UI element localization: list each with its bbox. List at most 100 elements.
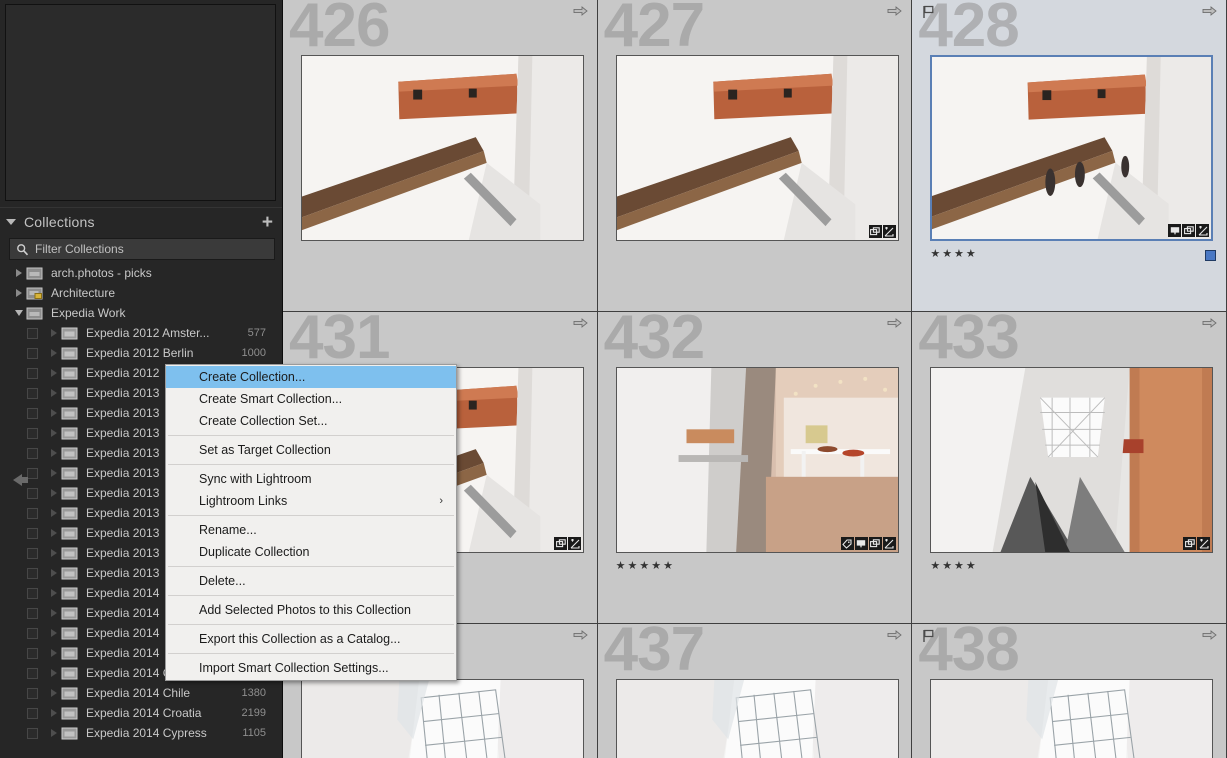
- collection-item[interactable]: Expedia 2012 Berlin 1000: [0, 343, 282, 363]
- crop-icon[interactable]: [1183, 537, 1197, 550]
- keyword-icon[interactable]: [854, 537, 868, 550]
- rotate-right-icon[interactable]: [1201, 629, 1217, 647]
- collection-item[interactable]: Expedia 2014 Chile 1380: [0, 683, 282, 703]
- thumbnail[interactable]: [615, 679, 899, 758]
- chevron-right-icon[interactable]: [12, 289, 26, 297]
- collection-checkbox[interactable]: [27, 507, 38, 519]
- rotate-right-icon[interactable]: [886, 5, 903, 23]
- thumbnail[interactable]: [615, 367, 899, 553]
- grid-cell[interactable]: 428 ★★★★: [912, 0, 1227, 312]
- chevron-right-icon[interactable]: [47, 489, 61, 497]
- collection-checkbox[interactable]: [27, 627, 38, 639]
- chevron-right-icon[interactable]: [47, 629, 61, 637]
- plus-icon[interactable]: +: [262, 213, 273, 232]
- develop-icon[interactable]: [1196, 224, 1210, 237]
- grid-cell[interactable]: 433 ★★★★: [912, 312, 1227, 624]
- chevron-right-icon[interactable]: [47, 549, 61, 557]
- menu-item[interactable]: Set as Target Collection: [166, 439, 456, 461]
- chevron-right-icon[interactable]: [47, 669, 61, 677]
- thumbnail[interactable]: [615, 55, 899, 241]
- label-icon[interactable]: [840, 537, 854, 550]
- chevron-right-icon[interactable]: [47, 349, 61, 357]
- chevron-right-icon[interactable]: [47, 589, 61, 597]
- rotate-right-icon[interactable]: [886, 629, 903, 647]
- menu-item[interactable]: Add Selected Photos to this Collection: [166, 599, 456, 621]
- rotate-right-icon[interactable]: [572, 317, 588, 335]
- panel-collapse-arrow-icon[interactable]: [8, 472, 30, 488]
- rotate-right-icon[interactable]: [886, 317, 903, 335]
- chevron-right-icon[interactable]: [12, 269, 26, 277]
- crop-icon[interactable]: [868, 537, 882, 550]
- grid-cell[interactable]: 437: [597, 624, 913, 758]
- collection-item-architecture[interactable]: Architecture: [0, 283, 282, 303]
- chevron-right-icon[interactable]: [47, 569, 61, 577]
- star-rating[interactable]: ★★★★: [930, 247, 977, 260]
- thumbnail[interactable]: [301, 55, 584, 241]
- grid-cell[interactable]: 438: [912, 624, 1227, 758]
- chevron-right-icon[interactable]: [47, 469, 61, 477]
- collection-checkbox[interactable]: [27, 607, 38, 619]
- grid-cell[interactable]: 427: [597, 0, 913, 312]
- chevron-right-icon[interactable]: [47, 369, 61, 377]
- develop-icon[interactable]: [568, 537, 581, 550]
- menu-item[interactable]: Export this Collection as a Catalog...: [166, 628, 456, 650]
- collection-checkbox[interactable]: [27, 707, 38, 719]
- thumbnail[interactable]: [930, 367, 1214, 553]
- chevron-right-icon[interactable]: [47, 689, 61, 697]
- collection-checkbox[interactable]: [27, 387, 38, 399]
- star-rating[interactable]: ★★★★: [930, 559, 977, 572]
- chevron-right-icon[interactable]: [47, 409, 61, 417]
- collection-item[interactable]: Expedia 2014 Cypress 1105: [0, 723, 282, 743]
- crop-icon[interactable]: [868, 225, 882, 238]
- crop-icon[interactable]: [1182, 224, 1196, 237]
- menu-item[interactable]: Lightroom Links ›: [166, 490, 456, 512]
- collection-checkbox[interactable]: [27, 567, 38, 579]
- chevron-right-icon[interactable]: [47, 429, 61, 437]
- collection-item[interactable]: Expedia 2012 Amster... 577: [0, 323, 282, 343]
- star-rating[interactable]: ★★★★★: [616, 559, 675, 572]
- collections-panel-header[interactable]: Collections +: [0, 207, 282, 235]
- collection-checkbox[interactable]: [27, 367, 38, 379]
- collection-checkbox[interactable]: [27, 647, 38, 659]
- menu-item[interactable]: Rename...: [166, 519, 456, 541]
- rotate-right-icon[interactable]: [572, 629, 588, 647]
- chevron-right-icon[interactable]: [47, 449, 61, 457]
- thumbnail[interactable]: [301, 679, 584, 758]
- collections-context-menu[interactable]: Create Collection... Create Smart Collect…: [165, 364, 457, 681]
- collection-checkbox[interactable]: [27, 327, 38, 339]
- collection-item-expedia-work[interactable]: Expedia Work: [0, 303, 282, 323]
- collection-checkbox[interactable]: [27, 727, 38, 739]
- crop-icon[interactable]: [554, 537, 567, 550]
- collection-item[interactable]: Expedia 2014 Croatia 2199: [0, 703, 282, 723]
- keyword-icon[interactable]: [1168, 224, 1182, 237]
- grid-cell[interactable]: 432 ★★★★★: [597, 312, 913, 624]
- triangle-down-icon[interactable]: [6, 218, 16, 225]
- chevron-right-icon[interactable]: [47, 329, 61, 337]
- collection-checkbox[interactable]: [27, 687, 38, 699]
- navigator-preview[interactable]: [5, 4, 276, 201]
- collection-checkbox[interactable]: [27, 347, 38, 359]
- menu-item[interactable]: Create Collection...: [166, 366, 456, 388]
- menu-item[interactable]: Create Collection Set...: [166, 410, 456, 432]
- collection-checkbox[interactable]: [27, 487, 38, 499]
- chevron-right-icon[interactable]: [47, 509, 61, 517]
- collection-checkbox[interactable]: [27, 527, 38, 539]
- chevron-right-icon[interactable]: [47, 609, 61, 617]
- chevron-right-icon[interactable]: [47, 529, 61, 537]
- develop-icon[interactable]: [882, 225, 896, 238]
- collection-checkbox[interactable]: [27, 547, 38, 559]
- filter-collections-input[interactable]: Filter Collections: [9, 238, 275, 260]
- chevron-right-icon[interactable]: [47, 389, 61, 397]
- menu-item[interactable]: Create Smart Collection...: [166, 388, 456, 410]
- rotate-right-icon[interactable]: [1201, 317, 1217, 335]
- flag-icon[interactable]: [922, 5, 935, 24]
- collection-item-arch-photos-picks[interactable]: arch.photos - picks: [0, 263, 282, 283]
- menu-item[interactable]: Duplicate Collection: [166, 541, 456, 563]
- collection-checkbox[interactable]: [27, 667, 38, 679]
- collection-checkbox[interactable]: [27, 427, 38, 439]
- collection-checkbox[interactable]: [27, 407, 38, 419]
- rotate-right-icon[interactable]: [1201, 5, 1217, 23]
- develop-icon[interactable]: [882, 537, 896, 550]
- menu-item[interactable]: Delete...: [166, 570, 456, 592]
- grid-cell[interactable]: 426: [283, 0, 598, 312]
